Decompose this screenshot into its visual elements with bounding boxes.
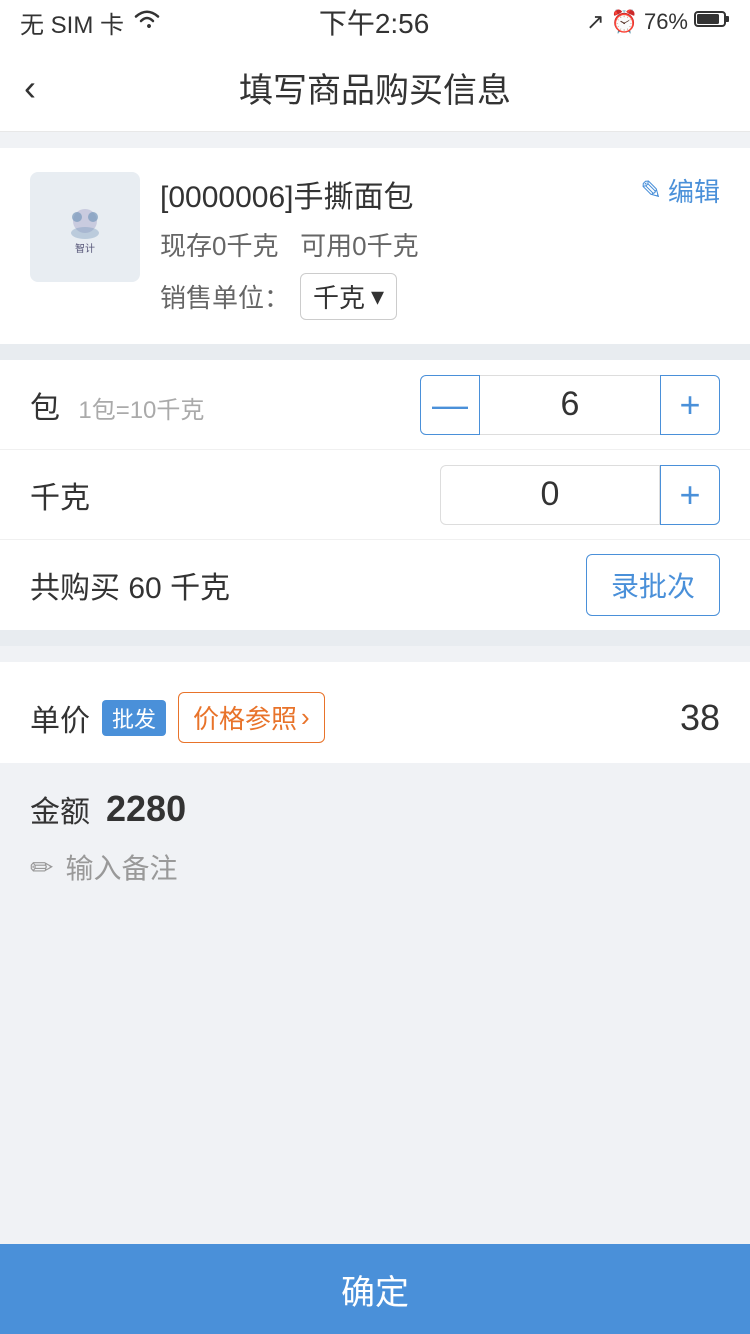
price-section: 单价 批发 价格参照 › 38 — [0, 662, 750, 763]
unit-select[interactable]: 千克 ▾ — [300, 273, 397, 320]
amount-row: 金额 2280 — [30, 787, 720, 831]
status-right: ↗ ⏰ 76% — [586, 9, 730, 35]
status-left: 无 SIM 卡 — [20, 5, 162, 40]
status-time: 下午2:56 — [319, 2, 430, 42]
price-ref-button[interactable]: 价格参照 › — [178, 692, 325, 743]
confirm-button[interactable]: 确定 — [0, 1244, 750, 1334]
price-ref-label: 价格参照 — [193, 699, 297, 736]
back-button[interactable]: ‹ — [24, 67, 36, 109]
pencil-icon: ✏ — [30, 851, 53, 884]
unit-value: 千克 — [313, 278, 365, 315]
package-hint: 1包=10千克 — [78, 397, 204, 424]
remark-row[interactable]: ✏ 输入备注 — [30, 847, 720, 887]
product-card: 智计 [0000006]手撕面包 现存0千克 可用0千克 销售单位： 千克 ▾ … — [0, 148, 750, 344]
kilogram-quantity-control: + — [440, 465, 720, 525]
dropdown-icon: ▾ — [371, 281, 384, 312]
package-label: 包 1包=10千克 — [30, 383, 420, 427]
amount-label: 金额 — [30, 787, 90, 831]
package-input-section: 包 1包=10千克 — + 千克 + — [0, 360, 750, 540]
available-label: 可用0千克 — [300, 231, 418, 261]
confirm-label: 确定 — [341, 1265, 409, 1314]
total-row: 共购买 60 千克 录批次 — [0, 540, 750, 630]
package-increment-button[interactable]: + — [660, 375, 720, 435]
price-label: 单价 — [30, 696, 90, 740]
package-input[interactable] — [480, 375, 660, 435]
product-thumbnail: 智计 — [30, 172, 140, 282]
alarm-icon: ⏰ — [611, 9, 638, 35]
wholesale-tag: 批发 — [102, 700, 166, 736]
section-divider-2 — [0, 630, 750, 646]
battery-label: 76% — [644, 9, 688, 35]
bottom-area — [0, 903, 750, 1303]
total-amount: 60 — [128, 572, 161, 605]
kilogram-input[interactable] — [440, 465, 660, 525]
amount-section: 金额 2280 ✏ 输入备注 — [0, 763, 750, 903]
stock-label: 现存0千克 — [160, 231, 278, 261]
price-row: 单价 批发 价格参照 › 38 — [30, 692, 720, 743]
total-prefix: 共购买 — [30, 572, 120, 605]
nav-bar: ‹ 填写商品购买信息 — [0, 44, 750, 132]
remark-placeholder: 输入备注 — [65, 847, 177, 887]
edit-icon: ✎ — [640, 175, 662, 206]
package-decrement-button[interactable]: — — [420, 375, 480, 435]
no-sim-label: 无 SIM 卡 — [20, 5, 124, 40]
location-icon: ↗ — [586, 9, 604, 35]
product-info: [0000006]手撕面包 现存0千克 可用0千克 销售单位： 千克 ▾ — [160, 172, 720, 320]
package-row: 包 1包=10千克 — + — [0, 360, 750, 450]
package-quantity-control: — + — [420, 375, 720, 435]
kilogram-label: 千克 — [30, 473, 440, 517]
kilogram-row: 千克 + — [0, 450, 750, 540]
price-value: 38 — [680, 697, 720, 739]
price-label-area: 单价 批发 价格参照 › — [30, 692, 325, 743]
batch-button[interactable]: 录批次 — [586, 554, 720, 616]
total-label: 共购买 60 千克 — [30, 563, 230, 607]
product-stock: 现存0千克 可用0千克 — [160, 226, 720, 263]
package-text: 包 — [30, 392, 60, 425]
unit-prefix-label: 销售单位： — [160, 278, 290, 315]
section-divider-1 — [0, 344, 750, 360]
amount-value: 2280 — [106, 788, 186, 830]
svg-text:智计: 智计 — [75, 242, 95, 255]
product-unit: 销售单位： 千克 ▾ — [160, 273, 720, 320]
price-ref-icon: › — [301, 702, 310, 733]
wifi-icon — [132, 8, 162, 37]
edit-button[interactable]: ✎ 编辑 — [640, 172, 720, 209]
status-bar: 无 SIM 卡 下午2:56 ↗ ⏰ 76% — [0, 0, 750, 44]
edit-label: 编辑 — [668, 172, 720, 209]
product-name: [0000006]手撕面包 — [160, 172, 720, 216]
battery-icon — [694, 9, 730, 35]
total-unit: 千克 — [170, 572, 230, 605]
page-title: 填写商品购买信息 — [239, 63, 511, 112]
kilogram-increment-button[interactable]: + — [660, 465, 720, 525]
